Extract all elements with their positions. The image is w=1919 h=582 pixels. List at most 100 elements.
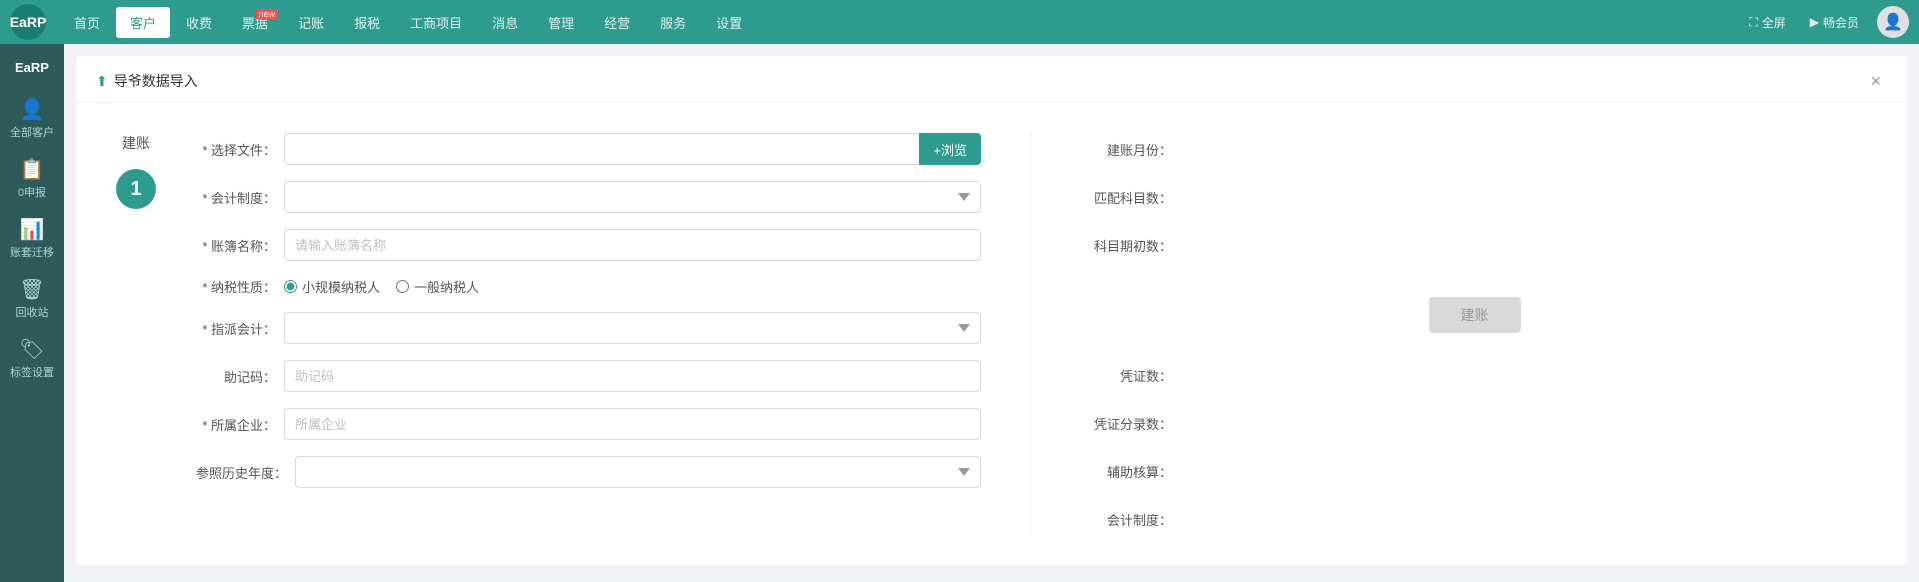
ledger-name-row: * 账簿名称：: [196, 229, 981, 261]
recycle-label: 回收站: [16, 304, 49, 320]
fullscreen-button[interactable]: ⛶ 全屏: [1743, 11, 1791, 34]
nav-item-management[interactable]: 管理: [534, 7, 588, 38]
step-circle: 1: [116, 169, 156, 209]
panel-close-button[interactable]: ×: [1864, 70, 1887, 92]
nav-item-home[interactable]: 首页: [60, 7, 114, 38]
panel-title-icon: ⬆: [96, 73, 108, 90]
vip-label: 畅会员: [1823, 14, 1859, 31]
panel-title-text: 导爷数据导入: [114, 71, 198, 91]
declaration-icon: 📋: [20, 160, 45, 180]
memo-input[interactable]: [284, 360, 981, 392]
account-migration-icon: 📊: [20, 220, 45, 240]
accountant-select[interactable]: [284, 312, 981, 344]
account-month-label: 建账月份：: [1082, 140, 1172, 159]
radio-general-input[interactable]: [396, 280, 409, 293]
import-panel: ⬆ 导爷数据导入 × 建账 1 * 选择文件：: [76, 56, 1907, 565]
build-btn-row: 建账: [1082, 287, 1867, 333]
reference-year-select[interactable]: [295, 456, 981, 488]
file-row: * 选择文件： +浏览: [196, 133, 981, 165]
nav-menu: 首页客户收费票据new记账报税工商项目消息管理经营服务设置: [60, 7, 1743, 38]
step-section: 建账 1: [116, 133, 156, 535]
panel-title: ⬆ 导爷数据导入: [96, 71, 198, 91]
nav-item-tax[interactable]: 报税: [340, 7, 394, 38]
app-logo: EaRP: [10, 4, 46, 40]
match-subjects-row: 匹配科目数：: [1082, 181, 1867, 213]
sidebar-item-account-migration[interactable]: 📊 账套迁移: [3, 212, 61, 268]
right-accounting-system-row: 会计制度：: [1082, 503, 1867, 535]
build-account-button[interactable]: 建账: [1429, 297, 1521, 333]
nav-item-business[interactable]: 工商项目: [396, 7, 476, 38]
accounting-system-row: * 会计制度：: [196, 181, 981, 213]
content-area: ⬆ 导爷数据导入 × 建账 1 * 选择文件：: [64, 44, 1919, 582]
radio-small-taxpayer[interactable]: 小规模纳税人: [284, 277, 380, 296]
nav-item-messages[interactable]: 消息: [478, 7, 532, 38]
company-row: * 所属企业：: [196, 408, 981, 440]
form-divider: [1031, 133, 1032, 535]
subject-initial-row: 科目期初数：: [1082, 229, 1867, 261]
radio-general-taxpayer[interactable]: 一般纳税人: [396, 277, 479, 296]
auxiliary-calc-row: 辅助核算：: [1082, 455, 1867, 487]
sidebar-item-recycle[interactable]: 🗑回收站: [3, 272, 61, 328]
all-clients-icon: 👤: [20, 100, 45, 120]
nav-right-actions: ⛶ 全屏 ▶ 畅会员 👤: [1743, 6, 1909, 38]
company-label: * 所属企业：: [196, 415, 276, 434]
right-accounting-system-label: 会计制度：: [1082, 510, 1172, 529]
nav-item-accounts[interactable]: 记账: [284, 7, 338, 38]
user-avatar[interactable]: 👤: [1877, 6, 1909, 38]
vip-icon: ▶: [1810, 15, 1819, 29]
sidebar-item-declaration[interactable]: 📋0申报: [3, 152, 61, 208]
tax-type-radio-group: 小规模纳税人 一般纳税人: [284, 277, 981, 296]
file-input-group: +浏览: [284, 133, 981, 165]
accounting-system-select[interactable]: [284, 181, 981, 213]
voucher-count-row: 凭证数：: [1082, 359, 1867, 391]
browse-button[interactable]: +浏览: [919, 133, 981, 165]
panel-header: ⬆ 导爷数据导入 ×: [76, 56, 1907, 103]
nav-item-services[interactable]: 服务: [646, 7, 700, 38]
voucher-entries-row: 凭证分录数：: [1082, 407, 1867, 439]
match-subjects-label: 匹配科目数：: [1082, 188, 1172, 207]
voucher-entries-label: 凭证分录数：: [1082, 414, 1172, 433]
nav-item-invoices[interactable]: 票据new: [228, 7, 282, 38]
nav-item-settings[interactable]: 设置: [702, 7, 756, 38]
reference-year-label: 参照历史年度：: [196, 463, 287, 482]
form-left: * 选择文件： +浏览 * 会计制度：: [196, 133, 981, 535]
file-input[interactable]: [284, 133, 919, 165]
all-clients-label: 全部客户: [10, 124, 54, 140]
nav-item-billing[interactable]: 收费: [172, 7, 226, 38]
panel-body: 建账 1 * 选择文件： +浏览: [76, 103, 1907, 565]
accountant-row: * 指派会计：: [196, 312, 981, 344]
nav-item-customers[interactable]: 客户: [116, 7, 170, 38]
sidebar-item-all-clients[interactable]: 👤 全部客户: [3, 92, 61, 148]
fullscreen-icon: ⛶: [1749, 15, 1757, 30]
tax-type-label: * 纳税性质：: [196, 277, 276, 296]
sidebar-item-tag-settings[interactable]: 🏷标签设置: [3, 332, 61, 388]
voucher-count-label: 凭证数：: [1082, 366, 1172, 385]
vip-button[interactable]: ▶ 畅会员: [1804, 11, 1865, 34]
memo-label: 助记码：: [196, 367, 276, 386]
sidebar: EaRP 👤 全部客户 📋0申报 📊 账套迁移 🗑回收站🏷标签设置: [0, 44, 64, 582]
radio-small-input[interactable]: [284, 280, 297, 293]
reference-year-row: 参照历史年度：: [196, 456, 981, 488]
accounting-system-label: * 会计制度：: [196, 188, 276, 207]
top-navigation: EaRP 首页客户收费票据new记账报税工商项目消息管理经营服务设置 ⛶ 全屏 …: [0, 0, 1919, 44]
radio-small-label: 小规模纳税人: [302, 277, 380, 296]
account-migration-label: 账套迁移: [10, 244, 54, 260]
radio-general-label: 一般纳税人: [414, 277, 479, 296]
ledger-name-label: * 账簿名称：: [196, 236, 276, 255]
auxiliary-calc-label: 辅助核算：: [1082, 462, 1172, 481]
avatar-icon: 👤: [1883, 12, 1903, 32]
form-right: 建账月份： 匹配科目数： 科目期初数： 建账: [1082, 133, 1867, 535]
ledger-name-input[interactable]: [284, 229, 981, 261]
company-input[interactable]: [284, 408, 981, 440]
memo-row: 助记码：: [196, 360, 981, 392]
step-number: 1: [130, 178, 141, 201]
tax-type-row: * 纳税性质： 小规模纳税人 一般纳税人: [196, 277, 981, 296]
file-label: * 选择文件：: [196, 140, 276, 159]
sidebar-logo: EaRP: [9, 54, 55, 82]
nav-item-operation[interactable]: 经营: [590, 7, 644, 38]
nav-badge-invoices: new: [256, 9, 279, 19]
accountant-label: * 指派会计：: [196, 319, 276, 338]
account-month-row: 建账月份：: [1082, 133, 1867, 165]
main-layout: EaRP 👤 全部客户 📋0申报 📊 账套迁移 🗑回收站🏷标签设置 ⬆ 导爷数据导入 × 建…: [0, 44, 1919, 582]
tag-settings-label: 标签设置: [10, 364, 54, 380]
